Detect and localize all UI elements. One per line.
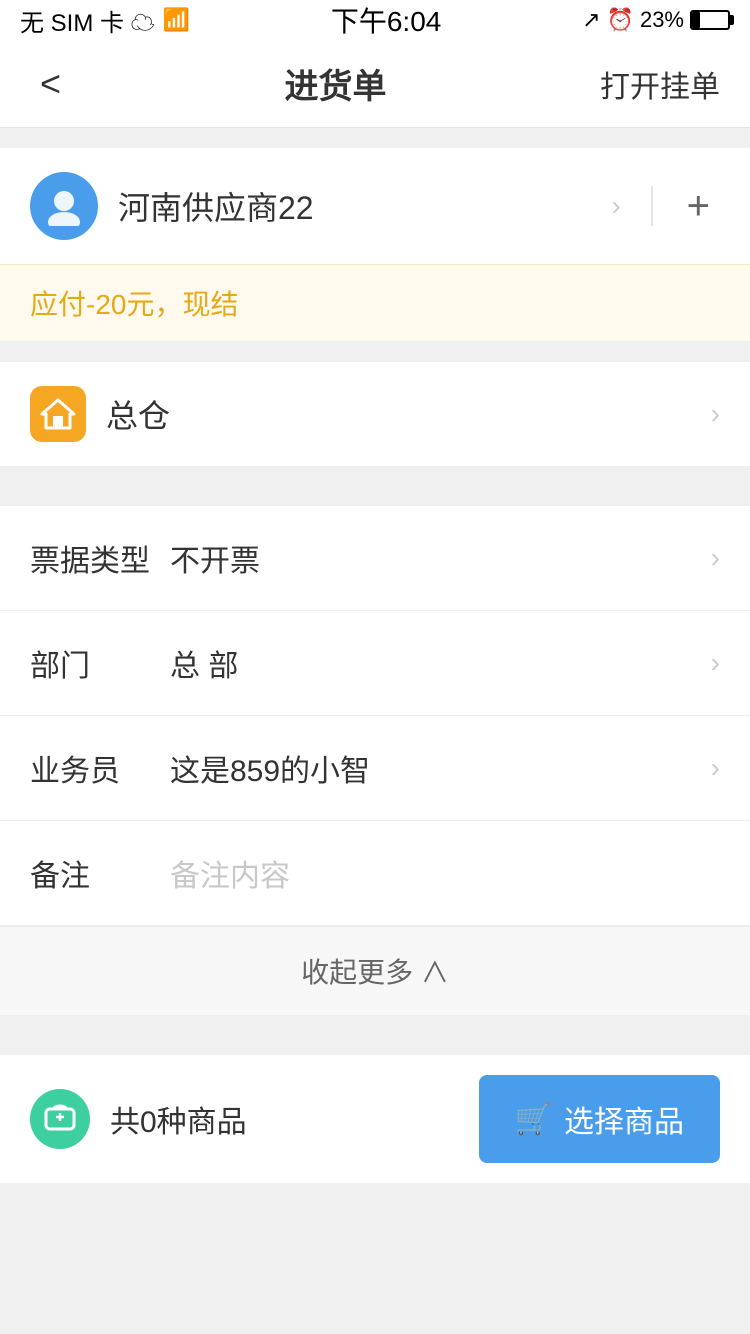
supplier-row[interactable]: 河南供应商22 › +	[0, 148, 750, 264]
section-gap-3	[0, 466, 750, 486]
collapse-button[interactable]: 收起更多 ∧	[0, 926, 750, 1015]
select-product-button[interactable]: 🛒 选择商品	[479, 1075, 720, 1163]
status-bar: 无 SIM 卡 ☁ 📶 下午6:04 ↗ ⏰ 23%	[0, 0, 750, 40]
cart-icon	[42, 1101, 78, 1137]
warehouse-icon	[30, 386, 86, 442]
department-row[interactable]: 部门 总 部 ›	[0, 611, 750, 716]
alarm-icon: ⏰	[607, 7, 634, 33]
warehouse-section: 总仓 ›	[0, 361, 750, 466]
salesperson-value: 这是859的小智	[170, 746, 711, 790]
supplier-name: 河南供应商22	[118, 183, 611, 229]
status-time: 下午6:04	[331, 0, 442, 40]
invoice-type-value: 不开票	[170, 536, 711, 580]
department-value: 总 部	[170, 641, 711, 685]
wifi-icon: 📶	[163, 7, 190, 33]
back-button[interactable]: <	[30, 53, 71, 115]
section-gap-4	[0, 1015, 750, 1035]
section-gap-2	[0, 341, 750, 361]
select-product-label: 选择商品	[564, 1097, 684, 1141]
status-left: 无 SIM 卡 ☁ 📶	[20, 3, 190, 38]
form-section: 票据类型 不开票 › 部门 总 部 › 业务员 这是859的小智 › 备注 备注…	[0, 506, 750, 1015]
house-icon	[40, 396, 76, 432]
supplier-section: 河南供应商22 › + 应付-20元，现结	[0, 148, 750, 341]
add-supplier-button[interactable]: +	[677, 184, 720, 229]
remark-input[interactable]: 备注内容	[170, 851, 720, 895]
warehouse-name: 总仓	[106, 391, 711, 437]
product-info: 共0种商品	[30, 1089, 247, 1149]
sim-label: 无 SIM 卡 ☁	[20, 3, 155, 38]
invoice-type-chevron-icon: ›	[711, 542, 720, 574]
salesperson-label: 业务员	[30, 746, 170, 790]
supplier-chevron-icon: ›	[611, 190, 620, 222]
remark-row[interactable]: 备注 备注内容	[0, 821, 750, 926]
department-chevron-icon: ›	[711, 647, 720, 679]
select-product-icon: 🛒	[515, 1102, 552, 1137]
location-icon: ↗	[582, 7, 600, 33]
user-icon	[44, 186, 84, 226]
warehouse-row[interactable]: 总仓 ›	[0, 361, 750, 466]
salesperson-chevron-icon: ›	[711, 752, 720, 784]
battery-icon	[690, 10, 730, 30]
divider	[651, 186, 653, 226]
alert-banner: 应付-20元，现结	[0, 264, 750, 341]
supplier-avatar	[30, 172, 98, 240]
department-label: 部门	[30, 641, 170, 685]
salesperson-row[interactable]: 业务员 这是859的小智 ›	[0, 716, 750, 821]
status-right: ↗ ⏰ 23%	[582, 7, 730, 33]
invoice-type-row[interactable]: 票据类型 不开票 ›	[0, 506, 750, 611]
bottom-bar: 共0种商品 🛒 选择商品	[0, 1055, 750, 1183]
battery-label: 23%	[640, 7, 684, 33]
invoice-type-label: 票据类型	[30, 536, 170, 580]
nav-bar: < 进货单 打开挂单	[0, 40, 750, 128]
remark-label: 备注	[30, 851, 170, 895]
product-icon	[30, 1089, 90, 1149]
section-gap-1	[0, 128, 750, 148]
product-count-label: 共0种商品	[110, 1097, 247, 1141]
open-pending-button[interactable]: 打开挂单	[600, 62, 720, 106]
warehouse-chevron-icon: ›	[711, 398, 720, 430]
page-title: 进货单	[285, 59, 387, 108]
